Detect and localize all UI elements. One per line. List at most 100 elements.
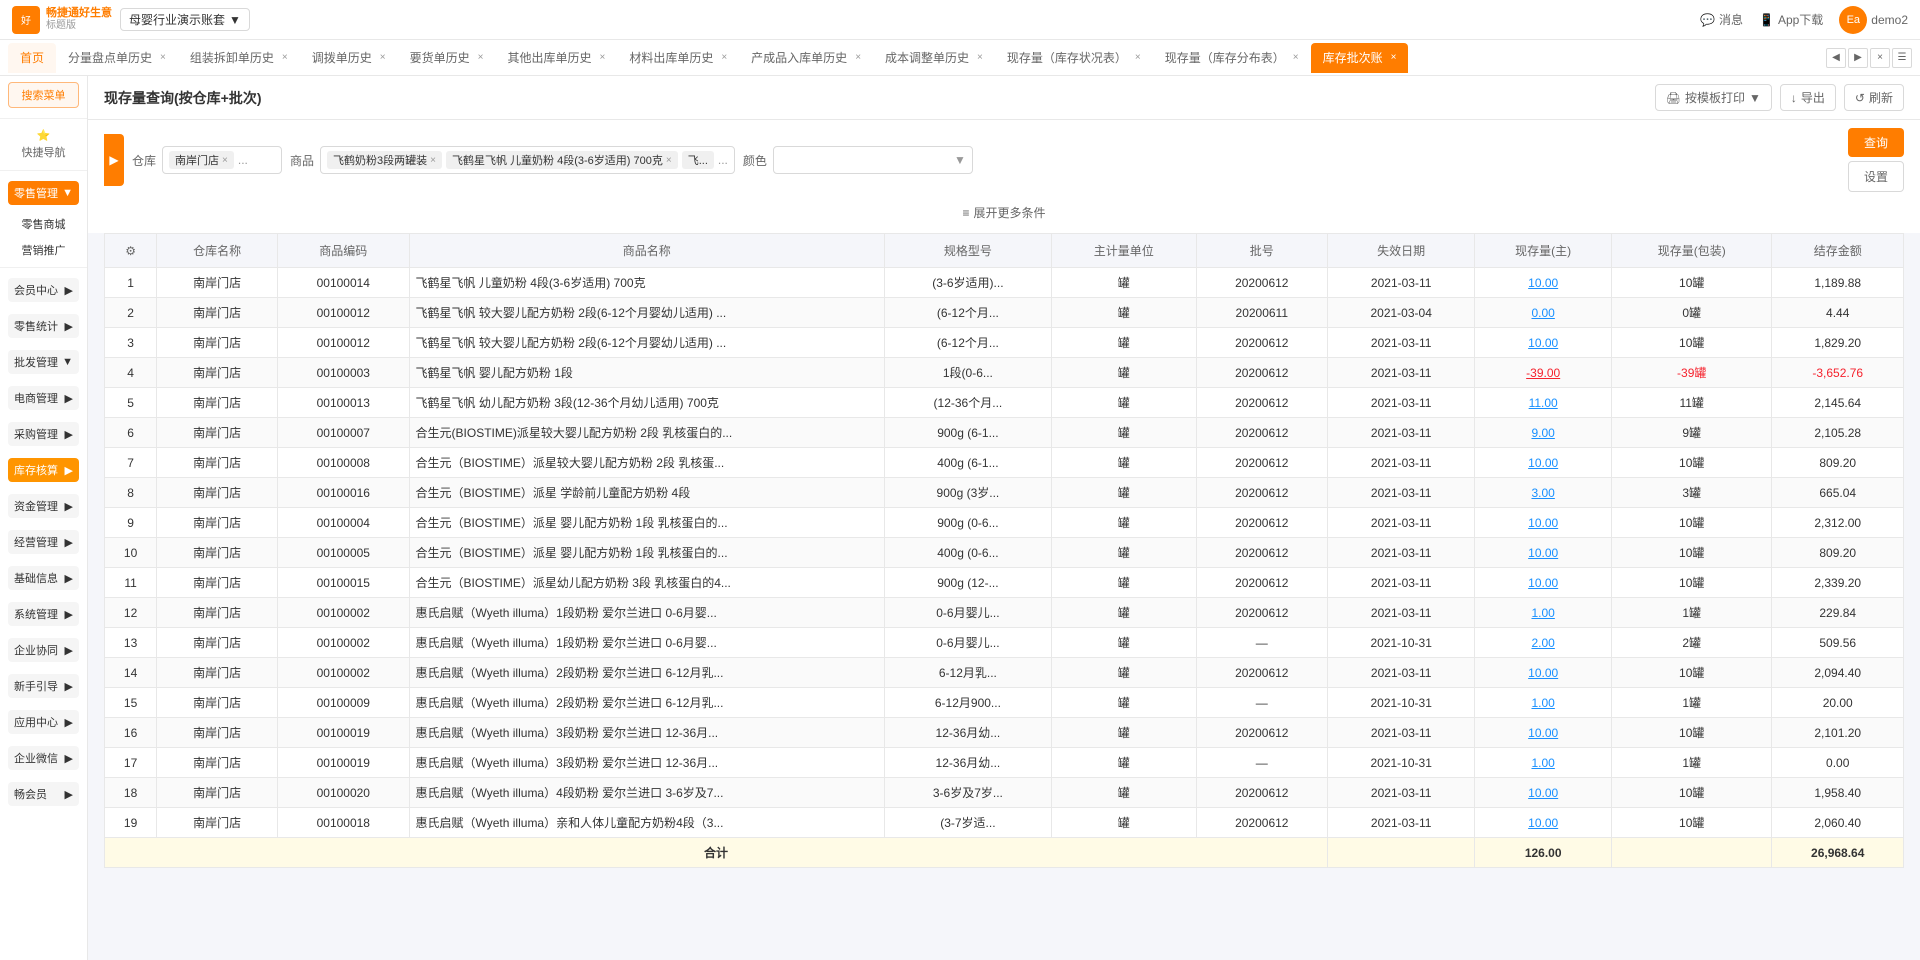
tab-2-close-icon[interactable]: ×	[282, 52, 288, 63]
row-qty-main[interactable]: 10.00	[1475, 718, 1612, 748]
sidebar-section-operations[interactable]: 经营管理 ▶	[0, 524, 87, 560]
row-qty-main[interactable]: 0.00	[1475, 298, 1612, 328]
tab-10-close-icon[interactable]: ×	[1293, 52, 1299, 63]
row-qty-main[interactable]: 10.00	[1475, 508, 1612, 538]
sidebar-retail-stats-label[interactable]: 零售统计 ▶	[8, 314, 79, 338]
sidebar-section-retail-stats[interactable]: 零售统计 ▶	[0, 308, 87, 344]
app-download-btn[interactable]: 📱 App下载	[1759, 11, 1823, 28]
expand-sidebar-btn[interactable]: ▶	[104, 134, 124, 186]
warehouse-tag-container[interactable]: 南岸门店 × ...	[162, 146, 282, 174]
sidebar-inventory-label[interactable]: 库存核算 ▶	[8, 458, 79, 482]
tab-7-close-icon[interactable]: ×	[855, 52, 861, 63]
sidebar-purchase-label[interactable]: 采购管理 ▶	[8, 422, 79, 446]
sidebar-member2-label[interactable]: 畅会员 ▶	[8, 782, 79, 806]
setting-button[interactable]: 设置	[1848, 161, 1904, 192]
tab-3[interactable]: 调拨单历史 ×	[300, 43, 398, 73]
sidebar-section-purchase[interactable]: 采购管理 ▶	[0, 416, 87, 452]
nav-menu-btn[interactable]: ☰	[1892, 48, 1912, 68]
company-dropdown[interactable]: 母婴行业演示账套 ▼	[120, 8, 250, 31]
export-button[interactable]: ↓ 导出	[1780, 84, 1836, 111]
row-qty-main[interactable]: 1.00	[1475, 688, 1612, 718]
tab-4[interactable]: 要货单历史 ×	[398, 43, 496, 73]
goods-more-icon[interactable]: ...	[718, 153, 728, 167]
row-qty-main[interactable]: 2.00	[1475, 628, 1612, 658]
goods-tag-container[interactable]: 飞鹤奶粉3段两罐装 × 飞鹤星飞帆 儿童奶粉 4段(3-6岁适用) 700克 ×…	[320, 146, 735, 174]
sidebar-section-collab[interactable]: 企业协同 ▶	[0, 632, 87, 668]
sidebar-item-marketing[interactable]: 营销推广	[0, 237, 87, 263]
sidebar-operations-label[interactable]: 经营管理 ▶	[8, 530, 79, 554]
sidebar-basic-label[interactable]: 基础信息 ▶	[8, 566, 79, 590]
warehouse-more-icon[interactable]: ...	[238, 153, 248, 167]
tab-1[interactable]: 分量盘点单历史 ×	[56, 43, 178, 73]
row-qty-main[interactable]: 10.00	[1475, 778, 1612, 808]
sidebar-item-quick-nav[interactable]: ⭐ 快捷导航	[0, 123, 87, 166]
tab-9[interactable]: 现存量（库存状况表） ×	[995, 43, 1153, 73]
sidebar-section-member2[interactable]: 畅会员 ▶	[0, 776, 87, 812]
tab-11-close-icon[interactable]: ×	[1391, 52, 1397, 63]
sidebar-finance-label[interactable]: 资金管理 ▶	[8, 494, 79, 518]
row-qty-main[interactable]: 1.00	[1475, 748, 1612, 778]
sidebar-apps-label[interactable]: 应用中心 ▶	[8, 710, 79, 734]
query-button[interactable]: 查询	[1848, 128, 1904, 157]
tab-8-close-icon[interactable]: ×	[977, 52, 983, 63]
row-qty-main[interactable]: 10.00	[1475, 448, 1612, 478]
tab-1-close-icon[interactable]: ×	[160, 52, 166, 63]
nav-close-btn[interactable]: ×	[1870, 48, 1890, 68]
row-qty-main[interactable]: 1.00	[1475, 598, 1612, 628]
sidebar-section-guide[interactable]: 新手引导 ▶	[0, 668, 87, 704]
row-qty-main[interactable]: 10.00	[1475, 538, 1612, 568]
row-qty-main[interactable]: 3.00	[1475, 478, 1612, 508]
row-qty-main[interactable]: 10.00	[1475, 658, 1612, 688]
tab-5[interactable]: 其他出库单历史 ×	[495, 43, 617, 73]
sidebar-system-label[interactable]: 系统管理 ▶	[8, 602, 79, 626]
row-qty-main[interactable]: 9.00	[1475, 418, 1612, 448]
sidebar-section-wechat[interactable]: 企业微信 ▶	[0, 740, 87, 776]
goods-tag-2-close-icon[interactable]: ×	[666, 155, 672, 166]
color-tag-container[interactable]: ▼	[773, 146, 973, 174]
sidebar-section-basic[interactable]: 基础信息 ▶	[0, 560, 87, 596]
sidebar-section-ecommerce[interactable]: 电商管理 ▶	[0, 380, 87, 416]
print-button[interactable]: 🖨 按模板打印 ▼	[1655, 84, 1772, 111]
warehouse-tag-close-icon[interactable]: ×	[222, 155, 228, 166]
sidebar-section-apps[interactable]: 应用中心 ▶	[0, 704, 87, 740]
sidebar-section-finance[interactable]: 资金管理 ▶	[0, 488, 87, 524]
nav-prev-btn[interactable]: ◀	[1826, 48, 1846, 68]
col-setting[interactable]: ⚙	[105, 234, 157, 268]
tab-9-close-icon[interactable]: ×	[1135, 52, 1141, 63]
tab-8[interactable]: 成本调整单历史 ×	[873, 43, 995, 73]
sidebar-collab-label[interactable]: 企业协同 ▶	[8, 638, 79, 662]
expand-conditions-btn[interactable]: ≡ 展开更多条件	[954, 200, 1053, 225]
tab-5-close-icon[interactable]: ×	[599, 52, 605, 63]
refresh-button[interactable]: ↺ 刷新	[1844, 84, 1904, 111]
tab-3-close-icon[interactable]: ×	[380, 52, 386, 63]
tab-home[interactable]: 首页	[8, 43, 56, 73]
row-qty-main[interactable]: -39.00	[1475, 358, 1612, 388]
user-area[interactable]: Ea demo2	[1839, 6, 1908, 34]
sidebar-section-retail[interactable]: 零售管理 ▼	[0, 175, 87, 211]
row-qty-main[interactable]: 10.00	[1475, 568, 1612, 598]
sidebar-item-retail-shop[interactable]: 零售商城	[0, 211, 87, 237]
sidebar-section-member[interactable]: 会员中心 ▶	[0, 272, 87, 308]
tab-4-close-icon[interactable]: ×	[478, 52, 484, 63]
row-qty-main[interactable]: 10.00	[1475, 328, 1612, 358]
sidebar-ecommerce-label[interactable]: 电商管理 ▶	[8, 386, 79, 410]
tab-6[interactable]: 材料出库单历史 ×	[617, 43, 739, 73]
sidebar-section-system[interactable]: 系统管理 ▶	[0, 596, 87, 632]
sidebar-wholesale-label[interactable]: 批发管理 ▼	[8, 350, 79, 374]
tab-2[interactable]: 组装拆卸单历史 ×	[178, 43, 300, 73]
sidebar-wechat-label[interactable]: 企业微信 ▶	[8, 746, 79, 770]
sidebar-section-inventory[interactable]: 库存核算 ▶	[0, 452, 87, 488]
message-btn[interactable]: 💬 消息	[1700, 11, 1743, 28]
tab-7[interactable]: 产成品入库单历史 ×	[739, 43, 873, 73]
row-qty-main[interactable]: 10.00	[1475, 268, 1612, 298]
search-menu-button[interactable]: 搜索菜单	[8, 82, 79, 108]
nav-next-btn[interactable]: ▶	[1848, 48, 1868, 68]
sidebar-section-wholesale[interactable]: 批发管理 ▼	[0, 344, 87, 380]
goods-tag-1-close-icon[interactable]: ×	[430, 155, 436, 166]
tab-6-close-icon[interactable]: ×	[721, 52, 727, 63]
row-qty-main[interactable]: 11.00	[1475, 388, 1612, 418]
tab-11[interactable]: 库存批次账 ×	[1311, 43, 1409, 73]
row-qty-main[interactable]: 10.00	[1475, 808, 1612, 838]
sidebar-member-label[interactable]: 会员中心 ▶	[8, 278, 79, 302]
sidebar-guide-label[interactable]: 新手引导 ▶	[8, 674, 79, 698]
